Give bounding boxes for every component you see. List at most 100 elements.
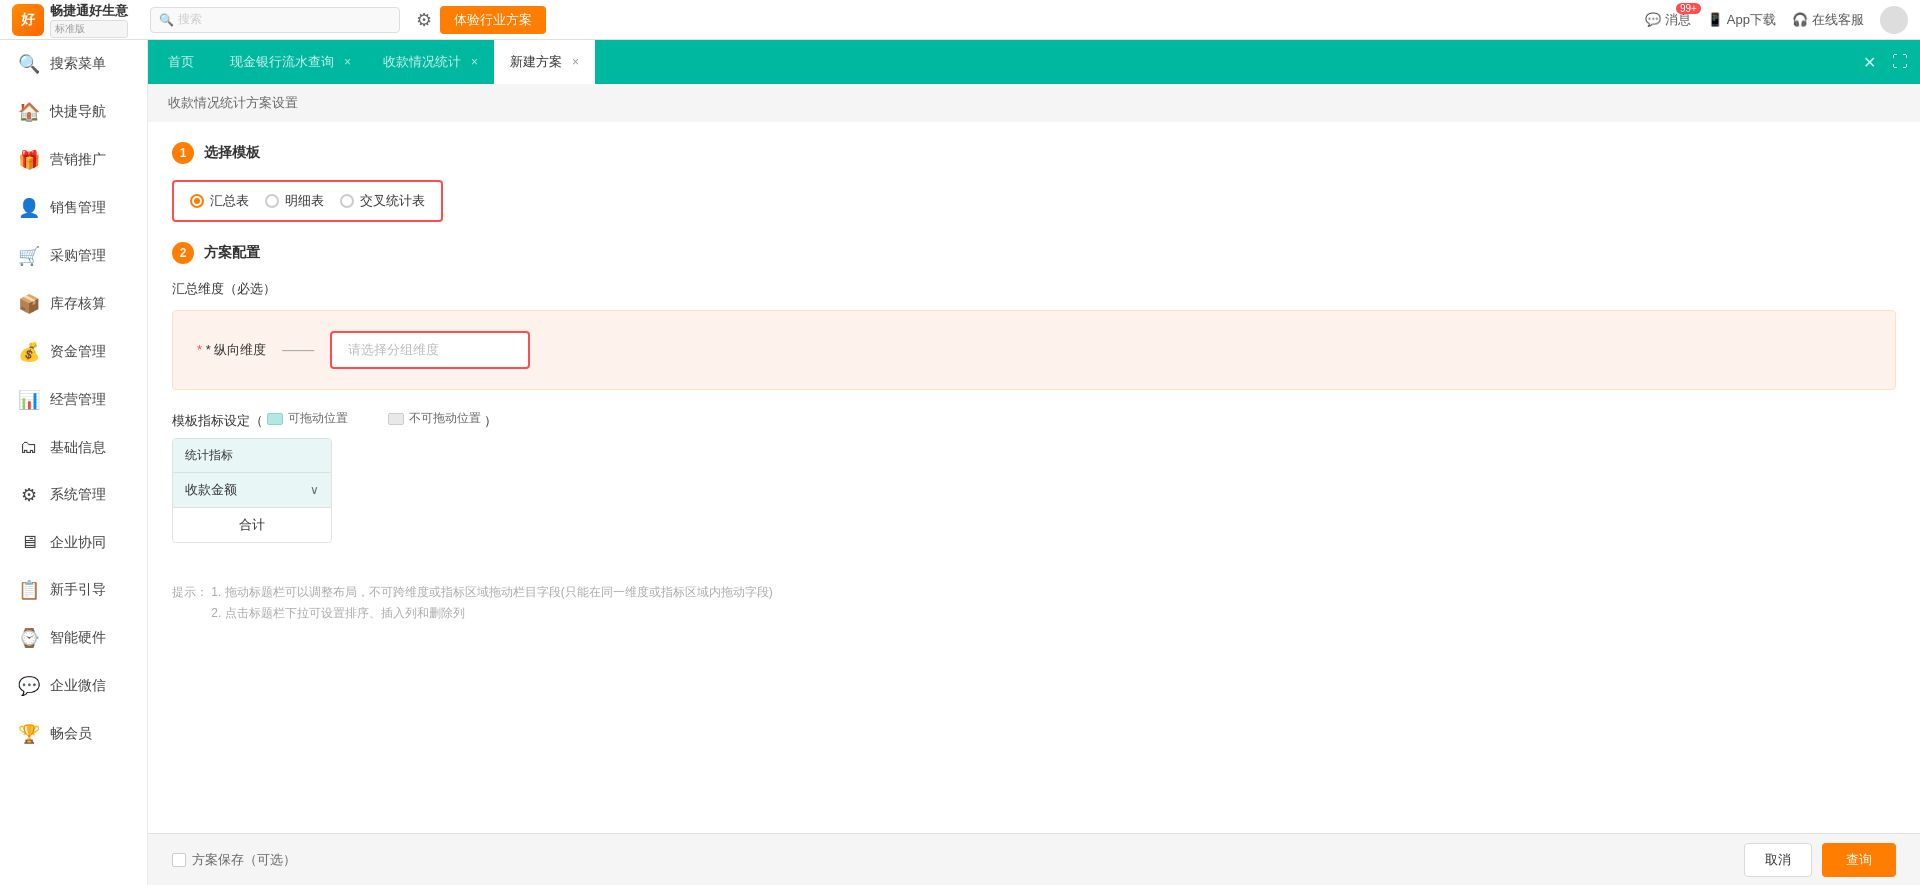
dimension-input[interactable]: 请选择分组维度 [330, 331, 530, 369]
sidebar-item-basic[interactable]: 🗂 基础信息 [0, 424, 147, 471]
main-layout: 🔍 搜索菜单 🏠 快捷导航 🎁 营销推广 👤 销售管理 🛒 采购管理 📦 库存核… [0, 40, 1920, 885]
save-label: 方案保存（可选） [192, 851, 296, 869]
member-icon: 🏆 [18, 723, 40, 745]
sidebar-item-finance[interactable]: 💰 资金管理 [0, 328, 147, 376]
step1-section: 1 选择模板 汇总表 明细表 [172, 142, 1896, 222]
metrics-table-header: 统计指标 [173, 439, 331, 473]
message-button[interactable]: 💬 99+ 消息 [1645, 11, 1691, 29]
tab-collection[interactable]: 收款情况统计 × [367, 40, 494, 84]
sidebar-item-system[interactable]: ⚙ 系统管理 [0, 471, 147, 519]
logo-badge: 标准版 [50, 20, 128, 38]
finance-icon: 💰 [18, 341, 40, 363]
legend-separator [366, 410, 378, 427]
tab-collection-close[interactable]: × [471, 55, 478, 69]
required-star: * [197, 342, 206, 357]
purchase-icon: 🛒 [18, 245, 40, 267]
sidebar-item-marketing[interactable]: 🎁 营销推广 [0, 136, 147, 184]
wechat-icon: 💬 [18, 675, 40, 697]
tab-expand-icon[interactable]: ⛶ [1888, 49, 1912, 75]
management-icon: 📊 [18, 389, 40, 411]
breadcrumb-text: 收款情况统计方案设置 [168, 95, 298, 110]
sidebar-label-purchase: 采购管理 [50, 247, 106, 265]
sidebar-item-member[interactable]: 🏆 畅会员 [0, 710, 147, 758]
sidebar-label-finance: 资金管理 [50, 343, 106, 361]
sidebar-item-sales[interactable]: 👤 销售管理 [0, 184, 147, 232]
dimension-arrow-icon: —— [282, 341, 314, 359]
dimension-row-label: * * 纵向维度 [197, 341, 266, 359]
sidebar-label-wechat: 企业微信 [50, 677, 106, 695]
metrics-header: 模板指标设定（ 可拖动位置 不可拖动位置 [172, 410, 1896, 430]
sidebar-label-marketing: 营销推广 [50, 151, 106, 169]
sidebar-item-management[interactable]: 📊 经营管理 [0, 376, 147, 424]
user-avatar[interactable] [1880, 6, 1908, 34]
cancel-button[interactable]: 取消 [1744, 843, 1812, 877]
tab-home[interactable]: 首页 [148, 40, 214, 84]
tab-bar-actions: ✕ ⛶ [1859, 49, 1920, 76]
tab-collection-label: 收款情况统计 [383, 53, 461, 71]
metrics-table-header-label: 统计指标 [185, 448, 233, 462]
radio-summary-label: 汇总表 [210, 192, 249, 210]
legend-draggable-box [267, 413, 283, 425]
sidebar-item-newbie[interactable]: 📋 新手引导 [0, 566, 147, 614]
system-icon: ⚙ [18, 484, 40, 506]
sidebar-item-nav[interactable]: 🏠 快捷导航 [0, 88, 147, 136]
tab-new-plan-close[interactable]: × [572, 55, 579, 69]
radio-cross[interactable]: 交叉统计表 [340, 192, 425, 210]
breadcrumb: 收款情况统计方案设置 [148, 84, 1920, 122]
sidebar-item-hardware[interactable]: ⌚ 智能硬件 [0, 614, 147, 662]
dimension-placeholder: 请选择分组维度 [348, 342, 439, 357]
metrics-legend: 可拖动位置 不可拖动位置 [267, 410, 481, 427]
logo: 好 畅捷通好生意 标准版 [12, 5, 142, 35]
save-option: 方案保存（可选） [172, 851, 296, 869]
settings-icon[interactable]: ⚙ [416, 9, 432, 31]
sidebar-item-purchase[interactable]: 🛒 采购管理 [0, 232, 147, 280]
bottom-bar: 方案保存（可选） 取消 查询 [148, 833, 1920, 885]
message-badge: 99+ [1676, 3, 1701, 14]
industry-button[interactable]: 体验行业方案 [440, 6, 546, 34]
search-menu-icon: 🔍 [18, 53, 40, 75]
collab-icon: 🖥 [18, 532, 40, 553]
tab-close-all-icon[interactable]: ✕ [1859, 49, 1880, 76]
sidebar-item-search[interactable]: 🔍 搜索菜单 [0, 40, 147, 88]
sidebar-item-inventory[interactable]: 📦 库存核算 [0, 280, 147, 328]
metrics-cell-amount[interactable]: 收款金额 ∨ [173, 473, 331, 507]
query-button[interactable]: 查询 [1822, 843, 1896, 877]
content-area: 首页 现金银行流水查询 × 收款情况统计 × 新建方案 × ✕ ⛶ 收款情况统计… [148, 40, 1920, 885]
save-checkbox[interactable] [172, 853, 186, 867]
radio-cross-circle [340, 194, 354, 208]
sidebar-item-collab[interactable]: 🖥 企业协同 [0, 519, 147, 566]
bottom-actions: 取消 查询 [1744, 843, 1896, 877]
sidebar-label-collab: 企业协同 [50, 534, 106, 552]
sidebar-label-search: 搜索菜单 [50, 55, 106, 73]
metrics-cell-chevron: ∨ [310, 483, 319, 497]
step2-section: 2 方案配置 汇总维度（必选） * * 纵向维度 —— [172, 242, 1896, 625]
nav-icon: 🏠 [18, 101, 40, 123]
service-button[interactable]: 🎧 在线客服 [1792, 11, 1864, 29]
step2-num: 2 [172, 242, 194, 264]
sidebar: 🔍 搜索菜单 🏠 快捷导航 🎁 营销推广 👤 销售管理 🛒 采购管理 📦 库存核… [0, 40, 148, 885]
tab-cashflow[interactable]: 现金银行流水查询 × [214, 40, 367, 84]
sidebar-label-sales: 销售管理 [50, 199, 106, 217]
step2-header: 2 方案配置 [172, 242, 1896, 264]
download-label: App下载 [1727, 11, 1776, 29]
inventory-icon: 📦 [18, 293, 40, 315]
legend-fixed-label: 不可拖动位置 [409, 410, 481, 427]
metrics-total: 合计 [173, 507, 331, 542]
dimension-label: 汇总维度（必选） [172, 280, 1896, 298]
metrics-total-label: 合计 [239, 517, 265, 532]
radio-summary[interactable]: 汇总表 [190, 192, 249, 210]
tab-new-plan[interactable]: 新建方案 × [494, 40, 595, 84]
tab-cashflow-close[interactable]: × [344, 55, 351, 69]
dimension-area: * * 纵向维度 —— 请选择分组维度 [172, 310, 1896, 390]
search-bar[interactable]: 🔍 搜索 [150, 7, 400, 33]
download-button[interactable]: 📱 App下载 [1707, 11, 1776, 29]
sidebar-label-basic: 基础信息 [50, 439, 106, 457]
radio-detail[interactable]: 明细表 [265, 192, 324, 210]
tip-2: 2. 点击标题栏下拉可设置排序、插入列和删除列 [172, 603, 1896, 625]
tab-cashflow-label: 现金银行流水查询 [230, 53, 334, 71]
radio-cross-label: 交叉统计表 [360, 192, 425, 210]
search-icon: 🔍 [159, 13, 174, 27]
sidebar-item-wechat[interactable]: 💬 企业微信 [0, 662, 147, 710]
radio-detail-label: 明细表 [285, 192, 324, 210]
page-content: 收款情况统计方案设置 1 选择模板 汇总表 [148, 84, 1920, 885]
